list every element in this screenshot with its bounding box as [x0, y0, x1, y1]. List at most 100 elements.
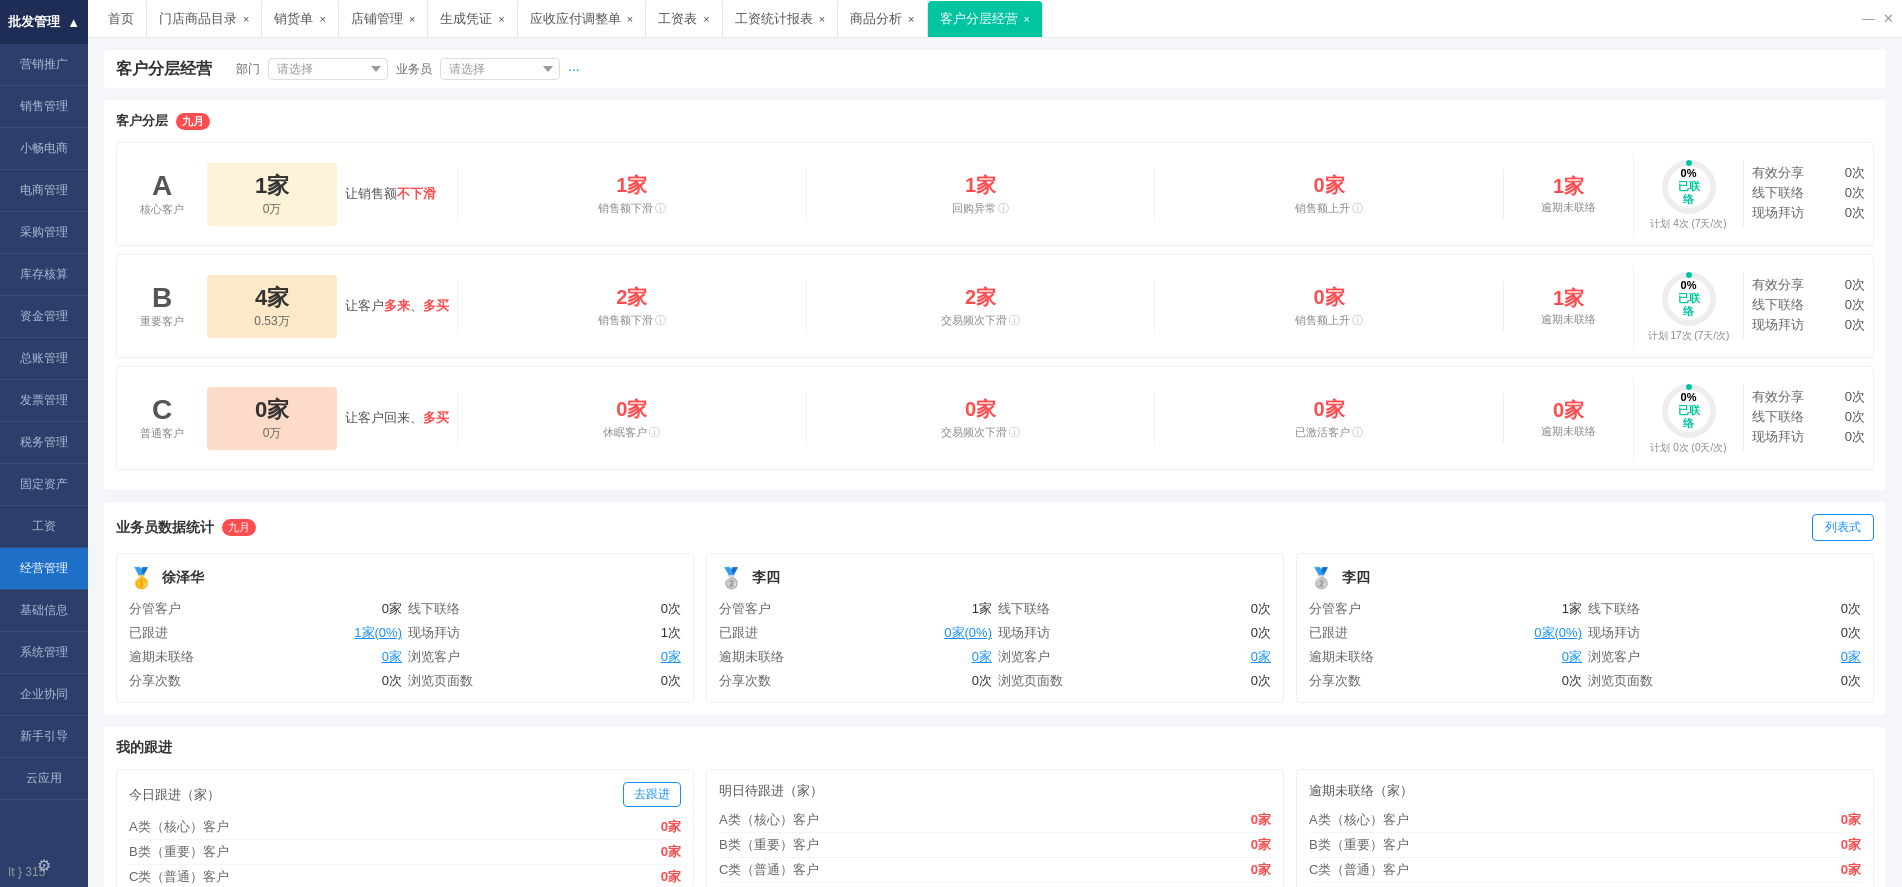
- tab-close-icon[interactable]: ×: [243, 13, 249, 25]
- tier-action-C: 让客户回来、多买: [337, 409, 457, 427]
- tab-商品分析[interactable]: 商品分析×: [838, 1, 927, 37]
- tier-label-C: C普通客户: [117, 396, 207, 441]
- agent-stat-value: 1家: [1562, 600, 1582, 618]
- agent-stat-row: 分享次数0次: [1309, 672, 1582, 690]
- follow-tier-row: A类（核心）客户0家: [719, 808, 1271, 833]
- tier-label-B: B重要客户: [117, 284, 207, 329]
- tier-action-A: 让销售额不下滑: [337, 185, 457, 203]
- tier-side-stats-A: 有效分享0次线下联络0次现场拜访0次: [1743, 160, 1873, 228]
- follow-tier-row: A类（核心）客户0家: [1309, 808, 1861, 833]
- tab-close-icon[interactable]: ×: [627, 13, 633, 25]
- tab-销货单[interactable]: 销货单×: [262, 1, 338, 37]
- agent-stat-value[interactable]: 0家: [1562, 648, 1582, 666]
- agent-stat-row: 逾期未联络 0家: [129, 648, 402, 666]
- tab-工资统计报表[interactable]: 工资统计报表×: [723, 1, 838, 37]
- sidebar-item-新手引导[interactable]: 新手引导: [0, 716, 88, 758]
- agent-stat-label: 线下联络: [1588, 600, 1640, 618]
- agent-stat-value[interactable]: 0家: [1841, 648, 1861, 666]
- follow-grid: 今日跟进（家）去跟进A类（核心）客户0家B类（重要）客户0家C类（普通）客户0家…: [116, 769, 1874, 887]
- agent-stat-label: 分享次数: [719, 672, 771, 690]
- follow-card-title-0: 今日跟进（家）去跟进: [129, 782, 681, 807]
- sidebar-item-云应用[interactable]: 云应用: [0, 758, 88, 800]
- sidebar-item-营销推广[interactable]: 营销推广: [0, 44, 88, 86]
- sidebar-item-经营管理[interactable]: 经营管理: [0, 548, 88, 590]
- sidebar-item-企业协同[interactable]: 企业协同: [0, 674, 88, 716]
- sidebar-item-资金管理[interactable]: 资金管理: [0, 296, 88, 338]
- sidebar-collapse-icon[interactable]: ▲: [67, 15, 80, 30]
- tier-stat: 0家休眠客户 ⓘ: [457, 392, 806, 444]
- agent-stat-value[interactable]: 0家: [382, 648, 402, 666]
- tab-label: 工资表: [658, 10, 697, 28]
- tab-店铺管理[interactable]: 店铺管理 ×: [339, 1, 428, 37]
- agent-stats-0: 分管客户0家线下联络0次已跟进1家(0%)现场拜访1次逾期未联络0家浏览客户0家…: [129, 600, 681, 690]
- agent-stat-row: 分管客户1家: [1309, 600, 1582, 618]
- agent-stat-label: 逾期未联络: [1309, 648, 1374, 666]
- tab-门店商品目录[interactable]: 门店商品目录 ×: [147, 1, 262, 37]
- agent-stat-label: 逾期未联络: [129, 648, 194, 666]
- sidebar-item-销售管理[interactable]: 销售管理: [0, 86, 88, 128]
- tab-工资表[interactable]: 工资表 ×: [646, 1, 722, 37]
- sidebar-item-库存核算[interactable]: 库存核算: [0, 254, 88, 296]
- tab-应收应付调整单[interactable]: 应收应付调整单×: [518, 1, 646, 37]
- agent-stat-value: 0家: [382, 600, 402, 618]
- tab-close-icon[interactable]: ×: [498, 13, 504, 25]
- tier-ring-C: 0% 已联络 计划 0次 (0天/次): [1633, 377, 1743, 459]
- agent-stat-row: 分享次数0次: [719, 672, 992, 690]
- sidebar-item-基础信息[interactable]: 基础信息: [0, 590, 88, 632]
- sidebar-item-总账管理[interactable]: 总账管理: [0, 338, 88, 380]
- tier-contact-A: 1家逾期未联络: [1503, 169, 1633, 219]
- tab-生成凭证[interactable]: 生成凭证×: [428, 1, 517, 37]
- tab-label: 客户分层经营: [940, 10, 1018, 28]
- sidebar-item-发票管理[interactable]: 发票管理: [0, 380, 88, 422]
- follow-button[interactable]: 去跟进: [623, 782, 681, 807]
- staff-label: 业务员: [396, 61, 432, 78]
- agent-stat-value[interactable]: 0家: [661, 648, 681, 666]
- follow-section: 我的跟进 今日跟进（家）去跟进A类（核心）客户0家B类（重要）客户0家C类（普通…: [104, 727, 1886, 887]
- agent-medal-1: 🥈: [719, 566, 744, 590]
- tab-首页[interactable]: 首页: [96, 1, 147, 37]
- agent-card-2: 🥈李四分管客户1家线下联络0次已跟进0家(0%)现场拜访0次逾期未联络0家浏览客…: [1296, 553, 1874, 703]
- tab-客户分层经营[interactable]: 客户分层经营 ×: [928, 1, 1043, 37]
- more-filter-icon[interactable]: ···: [568, 61, 580, 77]
- agent-name-2: 李四: [1342, 569, 1370, 587]
- list-view-button[interactable]: 列表式: [1812, 514, 1874, 541]
- biz-section: 业务员数据统计 九月 列表式 🥇徐泽华分管客户0家线下联络0次已跟进1家(0%)…: [104, 502, 1886, 715]
- staff-select[interactable]: 请选择: [440, 58, 560, 80]
- agent-stat-value: 0次: [661, 672, 681, 690]
- tier-contact-B: 1家逾期未联络: [1503, 281, 1633, 331]
- agent-stat-value[interactable]: 0家: [1251, 648, 1271, 666]
- agent-stat-value[interactable]: 1家(0%): [354, 624, 402, 642]
- dept-select[interactable]: 请选择: [268, 58, 388, 80]
- follow-tier-row: B类（重要）客户0家: [129, 840, 681, 865]
- agent-stat-row: 线下联络0次: [998, 600, 1271, 618]
- tier-side-stats-B: 有效分享0次线下联络0次现场拜访0次: [1743, 272, 1873, 340]
- tab-close-icon[interactable]: ×: [319, 13, 325, 25]
- agent-stat-row: 分管客户0家: [129, 600, 402, 618]
- window-minimize-icon[interactable]: —: [1862, 11, 1875, 26]
- window-close-icon[interactable]: ✕: [1883, 11, 1894, 26]
- sidebar-item-小畅电商[interactable]: 小畅电商: [0, 128, 88, 170]
- tab-close-icon[interactable]: ×: [703, 13, 709, 25]
- follow-title: 我的跟进: [116, 739, 1874, 757]
- agent-stat-value[interactable]: 0家: [972, 648, 992, 666]
- tab-close-icon[interactable]: ×: [1024, 13, 1030, 25]
- sidebar-item-固定资产[interactable]: 固定资产: [0, 464, 88, 506]
- agent-stat-value: 0次: [661, 600, 681, 618]
- sidebar-item-采购管理[interactable]: 采购管理: [0, 212, 88, 254]
- sidebar-item-系统管理[interactable]: 系统管理: [0, 632, 88, 674]
- sidebar-item-税务管理[interactable]: 税务管理: [0, 422, 88, 464]
- tab-label: 店铺管理: [351, 10, 403, 28]
- agent-stat-label: 浏览客户: [1588, 648, 1640, 666]
- agent-stat-row: 浏览客户0家: [408, 648, 681, 666]
- tab-label: 门店商品目录: [159, 10, 237, 28]
- sidebar-item-工资[interactable]: 工资: [0, 506, 88, 548]
- tier-row-B: B重要客户4家0.53万让客户多来、多买2家销售额下滑 ⓘ2家交易频次下滑 ⓘ0…: [116, 254, 1874, 358]
- sidebar-item-电商管理[interactable]: 电商管理: [0, 170, 88, 212]
- agent-stat-value[interactable]: 0家(0%): [1534, 624, 1582, 642]
- agent-stat-value[interactable]: 0家(0%): [944, 624, 992, 642]
- tab-close-icon[interactable]: ×: [819, 13, 825, 25]
- tab-close-icon[interactable]: ×: [908, 13, 914, 25]
- follow-tier-row: B类（重要）客户0家: [719, 833, 1271, 858]
- page-header: 客户分层经营 部门 请选择 业务员 请选择 ···: [104, 50, 1886, 88]
- tab-close-icon[interactable]: ×: [409, 13, 415, 25]
